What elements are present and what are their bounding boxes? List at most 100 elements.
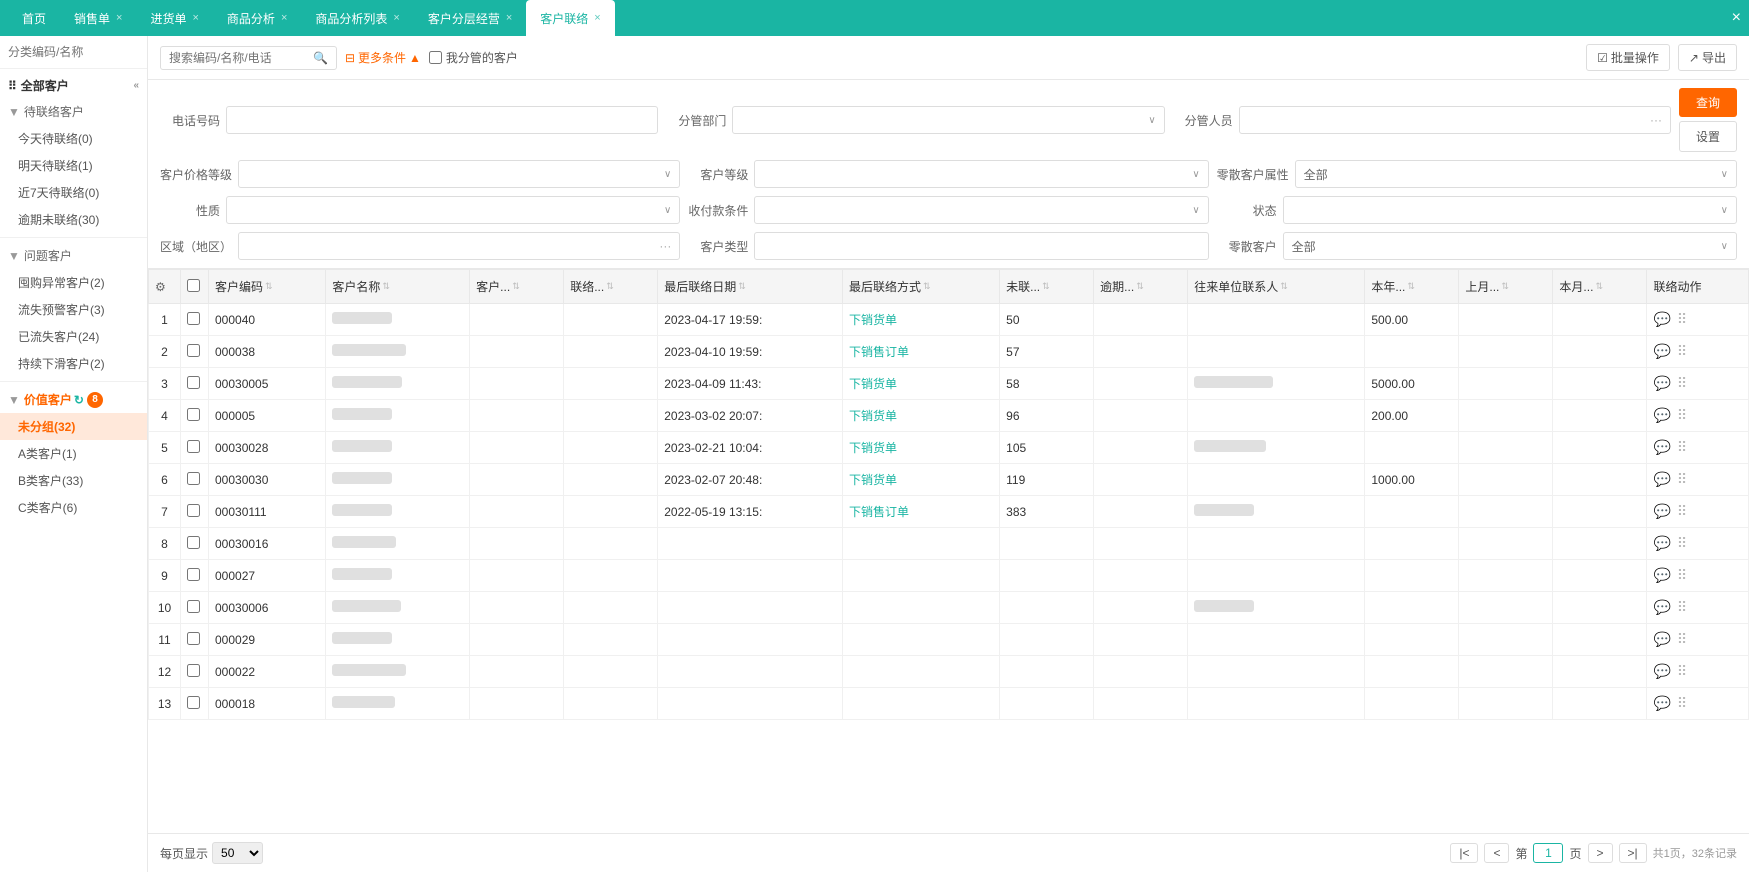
tab-sales-order[interactable]: 销售单 ×	[60, 0, 136, 36]
contact-method-link[interactable]: 下销售订单	[849, 505, 909, 519]
dept-select[interactable]: ∨	[732, 106, 1164, 134]
row-checkbox[interactable]	[187, 344, 200, 357]
tab-product-analysis-list[interactable]: 商品分析列表 ×	[301, 0, 413, 36]
row-checkbox[interactable]	[187, 408, 200, 421]
type-select[interactable]	[754, 232, 1208, 260]
tab-customer-segment[interactable]: 客户分层经营 ×	[414, 0, 526, 36]
chat-icon[interactable]: 💬	[1653, 663, 1670, 680]
chat-icon[interactable]: 💬	[1653, 631, 1670, 648]
select-all-checkbox[interactable]	[187, 279, 200, 292]
row-checkbox[interactable]	[187, 504, 200, 517]
sidebar-item-warning[interactable]: 流失预警客户(3)	[0, 296, 147, 323]
grid-icon[interactable]: ⠿	[1677, 567, 1687, 584]
chat-icon[interactable]: 💬	[1653, 311, 1670, 328]
sidebar-search-input[interactable]	[8, 45, 148, 59]
grid-icon[interactable]: ⠿	[1677, 631, 1687, 648]
close-all-tabs-button[interactable]: ×	[1732, 9, 1741, 27]
settings-icon[interactable]: ⚙	[155, 280, 166, 294]
row-checkbox[interactable]	[187, 472, 200, 485]
grid-icon[interactable]: ⠿	[1677, 695, 1687, 712]
all-customers-header[interactable]: ⠿ 全部客户 «	[0, 69, 147, 98]
more-conditions-button[interactable]: ⊟ 更多条件 ▲	[345, 49, 421, 66]
query-button[interactable]: 查询	[1679, 88, 1737, 117]
chat-icon[interactable]: 💬	[1653, 503, 1670, 520]
page-size-select[interactable]: 50 100 200	[212, 842, 263, 864]
chat-icon[interactable]: 💬	[1653, 471, 1670, 488]
sidebar-item-class-c[interactable]: C类客户(6)	[0, 494, 147, 521]
row-checkbox[interactable]	[187, 440, 200, 453]
main-search-input[interactable]	[169, 51, 309, 65]
pending-group-header[interactable]: ▼ 待联络客户	[0, 98, 147, 125]
tab-close-icon[interactable]: ×	[393, 12, 399, 24]
payment-select[interactable]: ∨	[754, 196, 1208, 224]
grid-icon[interactable]: ⠿	[1677, 343, 1687, 360]
level-select[interactable]: ∨	[754, 160, 1208, 188]
export-button[interactable]: ↗ 导出	[1678, 44, 1737, 71]
prev-page-button[interactable]: <	[1484, 843, 1509, 863]
reset-button[interactable]: 设置	[1679, 121, 1737, 152]
contact-method-link[interactable]: 下销货单	[849, 377, 897, 391]
row-checkbox[interactable]	[187, 376, 200, 389]
tab-close-icon[interactable]: ×	[116, 12, 122, 24]
refresh-icon[interactable]: ↻	[74, 393, 84, 407]
grid-icon[interactable]: ⠿	[1677, 663, 1687, 680]
contact-method-link[interactable]: 下销货单	[849, 313, 897, 327]
phone-field[interactable]	[235, 113, 649, 127]
sidebar-item-class-b[interactable]: B类客户(33)	[0, 467, 147, 494]
chat-icon[interactable]: 💬	[1653, 375, 1670, 392]
value-group-header[interactable]: ▼ 价值客户 ↻ 8	[0, 386, 147, 413]
tab-purchase-order[interactable]: 进货单 ×	[136, 0, 212, 36]
phone-input[interactable]	[226, 106, 658, 134]
sidebar-item-tomorrow-pending[interactable]: 明天待联络(1)	[0, 152, 147, 179]
sidebar-item-declining[interactable]: 持续下滑客户(2)	[0, 350, 147, 377]
chat-icon[interactable]: 💬	[1653, 599, 1670, 616]
row-checkbox[interactable]	[187, 312, 200, 325]
batch-operation-button[interactable]: ☑ 批量操作	[1586, 44, 1670, 71]
chat-icon[interactable]: 💬	[1653, 439, 1670, 456]
sidebar-item-abnormal[interactable]: 囤购异常客户(2)	[0, 269, 147, 296]
my-customers-checkbox-label[interactable]: 我分管的客户	[429, 49, 518, 66]
sidebar-item-overdue-contact[interactable]: 逾期未联络(30)	[0, 206, 147, 233]
chat-icon[interactable]: 💬	[1653, 407, 1670, 424]
tab-customer-contact[interactable]: 客户联络 ×	[526, 0, 614, 36]
chat-icon[interactable]: 💬	[1653, 535, 1670, 552]
grid-icon[interactable]: ⠿	[1677, 535, 1687, 552]
row-checkbox[interactable]	[187, 536, 200, 549]
tab-close-icon[interactable]: ×	[594, 12, 600, 24]
grid-icon[interactable]: ⠿	[1677, 439, 1687, 456]
retail-attr-select[interactable]: 全部 ∨	[1295, 160, 1737, 188]
status-select[interactable]: ∨	[1283, 196, 1737, 224]
last-page-button[interactable]: >|	[1619, 843, 1647, 863]
contact-method-link[interactable]: 下销售订单	[849, 345, 909, 359]
problem-group-header[interactable]: ▼ 问题客户	[0, 242, 147, 269]
sidebar-item-class-a[interactable]: A类客户(1)	[0, 440, 147, 467]
chat-icon[interactable]: 💬	[1653, 695, 1670, 712]
chat-icon[interactable]: 💬	[1653, 567, 1670, 584]
home-tab[interactable]: 首页	[8, 0, 60, 36]
chat-icon[interactable]: 💬	[1653, 343, 1670, 360]
row-checkbox[interactable]	[187, 600, 200, 613]
first-page-button[interactable]: |<	[1450, 843, 1478, 863]
grid-icon[interactable]: ⠿	[1677, 407, 1687, 424]
sidebar-item-lost[interactable]: 已流失客户(24)	[0, 323, 147, 350]
nature-select[interactable]: ∨	[226, 196, 680, 224]
search-icon[interactable]: 🔍	[313, 51, 328, 65]
retail-select[interactable]: 全部 ∨	[1283, 232, 1737, 260]
contact-method-link[interactable]: 下销货单	[849, 473, 897, 487]
contact-method-link[interactable]: 下销货单	[849, 409, 897, 423]
sidebar-item-week-pending[interactable]: 近7天待联络(0)	[0, 179, 147, 206]
row-checkbox[interactable]	[187, 696, 200, 709]
row-checkbox[interactable]	[187, 632, 200, 645]
grid-icon[interactable]: ⠿	[1677, 599, 1687, 616]
current-page-number[interactable]: 1	[1533, 843, 1563, 863]
tab-product-analysis[interactable]: 商品分析 ×	[213, 0, 301, 36]
sidebar-collapse-icon[interactable]: «	[133, 80, 139, 91]
grid-icon[interactable]: ⠿	[1677, 503, 1687, 520]
price-level-select[interactable]: ∨	[238, 160, 680, 188]
next-page-button[interactable]: >	[1588, 843, 1613, 863]
grid-icon[interactable]: ⠿	[1677, 471, 1687, 488]
my-customers-checkbox[interactable]	[429, 51, 442, 64]
grid-icon[interactable]: ⠿	[1677, 311, 1687, 328]
tab-close-icon[interactable]: ×	[192, 12, 198, 24]
staff-select[interactable]: ···	[1239, 106, 1671, 134]
